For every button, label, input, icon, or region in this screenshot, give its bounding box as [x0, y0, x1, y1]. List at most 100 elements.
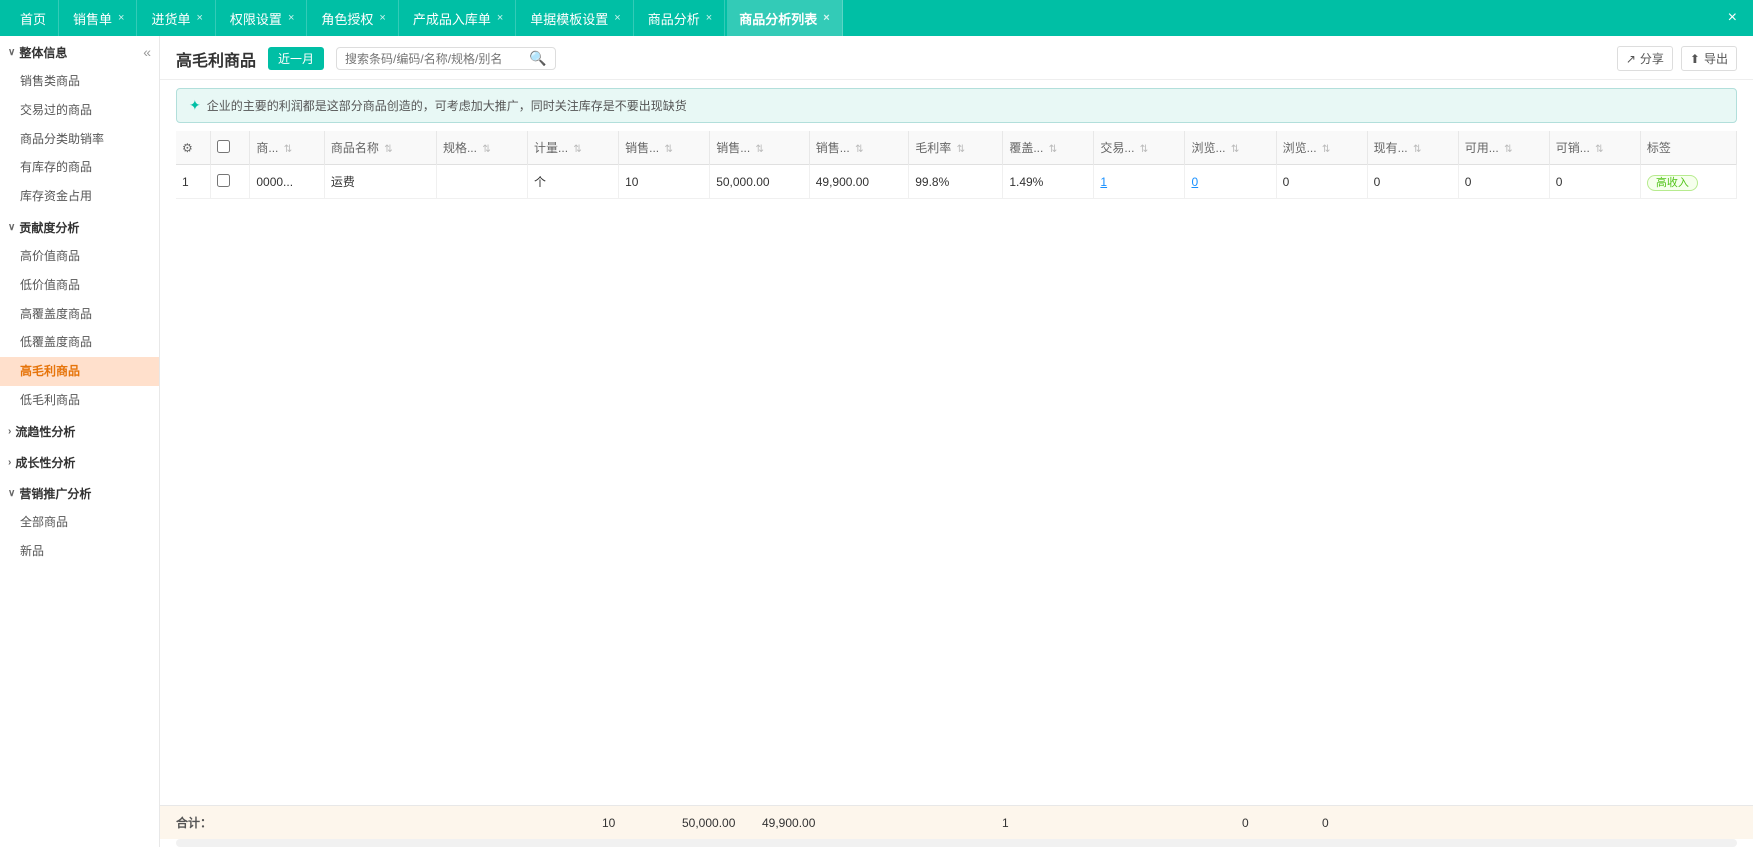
period-button[interactable]: 近一月: [268, 47, 324, 70]
cell-tx-count[interactable]: 1: [1094, 165, 1185, 199]
sidebar-group-contribution[interactable]: ∨ 贡献度分析: [0, 211, 159, 242]
footer-browse-spacer: [1076, 816, 1156, 830]
col-sales-qty[interactable]: 销售... ⇅: [619, 131, 710, 165]
cell-browse-a[interactable]: 0: [1185, 165, 1276, 199]
sort-icon: ⇅: [756, 144, 764, 155]
cell-checkbox[interactable]: [211, 165, 250, 199]
sidebar-item-category-assist-rate[interactable]: 商品分类助销率: [0, 125, 159, 154]
sidebar-item-low-margin[interactable]: 低毛利商品: [0, 386, 159, 415]
sidebar-item-sales-goods[interactable]: 销售类商品: [0, 67, 159, 96]
chevron-down-icon: ∨: [8, 488, 15, 499]
close-icon[interactable]: ×: [196, 12, 202, 24]
close-icon[interactable]: ×: [706, 12, 712, 24]
close-icon[interactable]: ×: [379, 12, 385, 24]
horizontal-scrollbar[interactable]: [176, 839, 1737, 847]
sort-icon: ⇅: [1140, 144, 1148, 155]
col-browse-b[interactable]: 浏览... ⇅: [1276, 131, 1367, 165]
cell-current-stock: 0: [1367, 165, 1458, 199]
cell-spec: [436, 165, 527, 199]
table-header-row: ⚙ 商... ⇅ 商品名称 ⇅: [176, 131, 1737, 165]
content-area: 高毛利商品 近一月 🔍 ↗ 分享 ⬆ 导出 ✦ 企业的主要的利润都是这部分商品创…: [160, 36, 1753, 847]
col-spec[interactable]: 规格... ⇅: [436, 131, 527, 165]
sort-icon: ⇅: [1322, 144, 1330, 155]
nav-tab-product-analysis-list[interactable]: 商品分析列表 ×: [727, 0, 842, 36]
sidebar-group-marketing[interactable]: ∨ 营销推广分析: [0, 477, 159, 508]
sidebar-item-stock-capital[interactable]: 库存资金占用: [0, 182, 159, 211]
sort-icon: ⇅: [855, 144, 863, 155]
sidebar-group-trend[interactable]: › 流趋性分析: [0, 415, 159, 446]
col-coverage[interactable]: 覆盖... ⇅: [1003, 131, 1094, 165]
cell-available: 0: [1458, 165, 1549, 199]
col-gross-rate[interactable]: 毛利率 ⇅: [909, 131, 1003, 165]
col-unit[interactable]: 计量... ⇅: [528, 131, 619, 165]
footer-spacer-4: [536, 816, 596, 830]
sidebar-item-high-margin[interactable]: 高毛利商品: [0, 357, 159, 386]
cell-saleable: 0: [1549, 165, 1640, 199]
close-all-tabs-button[interactable]: ×: [1720, 5, 1745, 31]
table-row: 1 0000... 运费 个 10 50,000.00 49,900.00 99…: [176, 165, 1737, 199]
close-icon[interactable]: ×: [614, 12, 620, 24]
nav-tab-permissions[interactable]: 权限设置 ×: [218, 0, 307, 36]
footer-sales-amt: 50,000.00: [676, 816, 756, 830]
col-checkbox[interactable]: [211, 131, 250, 165]
search-box: 🔍: [336, 47, 556, 70]
table-container[interactable]: ⚙ 商... ⇅ 商品名称 ⇅: [160, 131, 1753, 805]
cell-index: 1: [176, 165, 211, 199]
header-actions: ↗ 分享 ⬆ 导出: [1617, 46, 1737, 71]
nav-tab-finished-goods[interactable]: 产成品入库单 ×: [401, 0, 516, 36]
sidebar-item-in-stock-goods[interactable]: 有库存的商品: [0, 153, 159, 182]
cell-sales-cost: 49,900.00: [809, 165, 909, 199]
cell-unit: 个: [528, 165, 619, 199]
search-input[interactable]: [345, 52, 525, 66]
sidebar-item-high-coverage[interactable]: 高覆盖度商品: [0, 300, 159, 329]
nav-tab-roles[interactable]: 角色授权 ×: [309, 0, 398, 36]
cell-code: 0000...: [250, 165, 325, 199]
col-name[interactable]: 商品名称 ⇅: [324, 131, 436, 165]
close-icon[interactable]: ×: [288, 12, 294, 24]
col-code[interactable]: 商... ⇅: [250, 131, 325, 165]
export-button[interactable]: ⬆ 导出: [1681, 46, 1737, 71]
footer-gross-spacer: [836, 816, 916, 830]
footer-sales-qty: 10: [596, 816, 676, 830]
col-available[interactable]: 可用... ⇅: [1458, 131, 1549, 165]
footer-current-stock: 0: [1236, 816, 1316, 830]
search-icon[interactable]: 🔍: [529, 50, 546, 67]
row-checkbox[interactable]: [217, 174, 230, 187]
data-table: ⚙ 商... ⇅ 商品名称 ⇅: [176, 131, 1737, 199]
sidebar-item-low-coverage[interactable]: 低覆盖度商品: [0, 328, 159, 357]
footer-coverage-spacer: [916, 816, 996, 830]
select-all-checkbox[interactable]: [217, 140, 230, 153]
close-icon[interactable]: ×: [823, 12, 829, 24]
main-layout: « ∨ 整体信息 销售类商品 交易过的商品 商品分类助销率 有库存的商品 库存资…: [0, 36, 1753, 847]
sidebar: « ∨ 整体信息 销售类商品 交易过的商品 商品分类助销率 有库存的商品 库存资…: [0, 36, 160, 847]
sort-icon: ⇅: [1231, 144, 1239, 155]
col-tx-count[interactable]: 交易... ⇅: [1094, 131, 1185, 165]
sidebar-item-low-value[interactable]: 低价值商品: [0, 271, 159, 300]
nav-tab-templates[interactable]: 单据模板设置 ×: [518, 0, 633, 36]
nav-tab-home[interactable]: 首页: [8, 0, 59, 36]
close-icon[interactable]: ×: [497, 12, 503, 24]
nav-tab-sales[interactable]: 销售单 ×: [61, 0, 137, 36]
col-sales-amt[interactable]: 销售... ⇅: [710, 131, 810, 165]
chevron-right-icon: ›: [8, 426, 11, 437]
nav-tab-product-analysis[interactable]: 商品分析 ×: [636, 0, 725, 36]
top-navigation: 首页 销售单 × 进货单 × 权限设置 × 角色授权 × 产成品入库单 × 单据…: [0, 0, 1753, 36]
close-icon[interactable]: ×: [118, 12, 124, 24]
col-saleable[interactable]: 可销... ⇅: [1549, 131, 1640, 165]
sidebar-item-traded-goods[interactable]: 交易过的商品: [0, 96, 159, 125]
sidebar-collapse-button[interactable]: «: [143, 44, 151, 60]
sidebar-group-growth[interactable]: › 成长性分析: [0, 446, 159, 477]
sort-icon: ⇅: [957, 144, 965, 155]
share-button[interactable]: ↗ 分享: [1617, 46, 1673, 71]
col-sales-cost[interactable]: 销售... ⇅: [809, 131, 909, 165]
sidebar-item-new-goods[interactable]: 新品: [0, 537, 159, 566]
sidebar-item-all-goods[interactable]: 全部商品: [0, 508, 159, 537]
col-current-stock[interactable]: 现有... ⇅: [1367, 131, 1458, 165]
sidebar-group-overall[interactable]: ∨ 整体信息: [0, 36, 159, 67]
sidebar-item-high-value[interactable]: 高价值商品: [0, 242, 159, 271]
col-browse-a[interactable]: 浏览... ⇅: [1185, 131, 1276, 165]
col-settings[interactable]: ⚙: [176, 131, 211, 165]
sort-icon: ⇅: [384, 144, 392, 155]
nav-tab-purchase[interactable]: 进货单 ×: [139, 0, 215, 36]
col-tag[interactable]: 标签: [1640, 131, 1736, 165]
